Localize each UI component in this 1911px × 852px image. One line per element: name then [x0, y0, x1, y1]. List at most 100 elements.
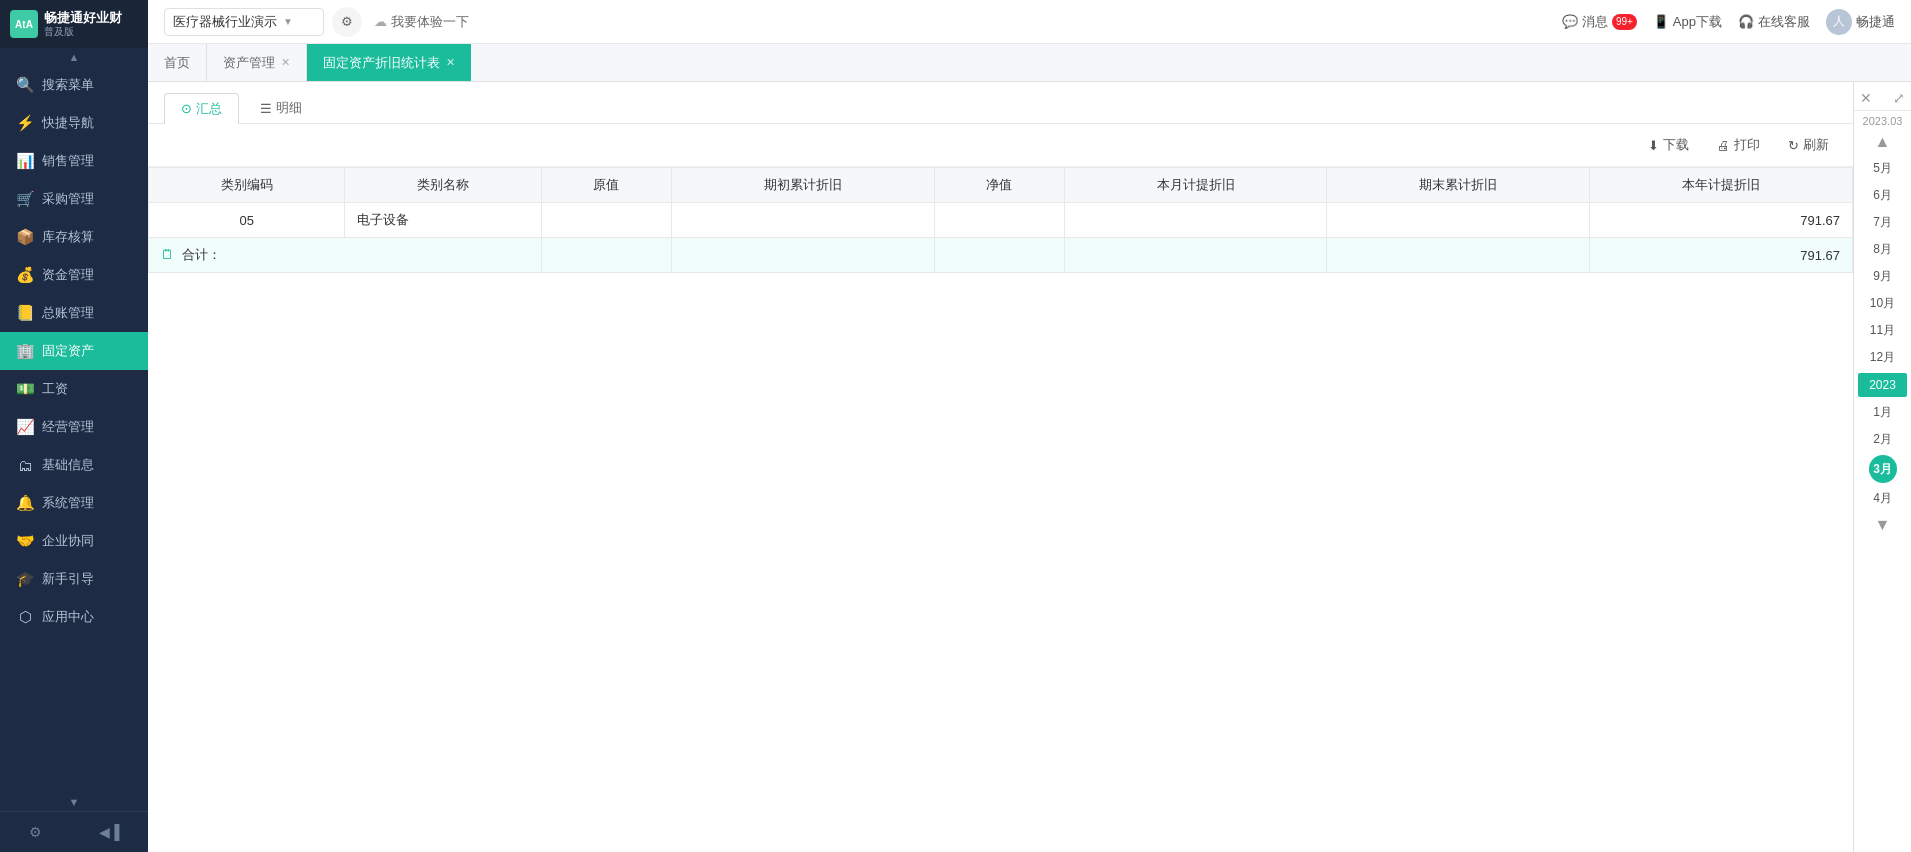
- settings-button[interactable]: ⚙: [21, 820, 50, 844]
- tab-depreciation-report-close[interactable]: ✕: [446, 56, 455, 69]
- scroll-up-btn[interactable]: ▲: [1871, 129, 1895, 155]
- col-monthly-dep: 本月计提折旧: [1064, 168, 1327, 203]
- experience-icon: ☁: [374, 14, 387, 29]
- system-icon: 🔔: [16, 494, 34, 512]
- col-net-value: 净值: [934, 168, 1064, 203]
- logo-icon: AtA: [10, 10, 38, 38]
- app-logo: AtA 畅捷通好业财 普及版: [0, 0, 148, 48]
- tab-depreciation-report-label: 固定资产折旧统计表: [323, 54, 440, 72]
- app-download-label: App下载: [1673, 13, 1722, 31]
- panel-close-button[interactable]: ✕: [1860, 90, 1872, 106]
- month-item-5[interactable]: 5月: [1854, 155, 1911, 182]
- month-item-3-selected[interactable]: 3月: [1869, 455, 1897, 483]
- app-edition: 普及版: [44, 26, 122, 38]
- sidebar-item-search[interactable]: 🔍 搜索菜单: [0, 66, 148, 104]
- customer-service-btn[interactable]: 🎧 在线客服: [1738, 13, 1810, 31]
- sidebar-item-label: 库存核算: [42, 228, 94, 246]
- sidebar-item-label: 系统管理: [42, 494, 94, 512]
- subtab-detail-label: 明细: [276, 99, 302, 117]
- sidebar-item-fixed-assets[interactable]: 🏢 固定资产: [0, 332, 148, 370]
- summary-label: 🗒 合计：: [149, 238, 542, 273]
- sidebar-item-label: 经营管理: [42, 418, 94, 436]
- sidebar-item-operations[interactable]: 📈 经营管理: [0, 408, 148, 446]
- user-profile-btn[interactable]: 人 畅捷通: [1826, 9, 1895, 35]
- scroll-down-btn[interactable]: ▼: [1871, 512, 1895, 538]
- sidebar-item-sales[interactable]: 📊 销售管理: [0, 142, 148, 180]
- summary-monthly-dep: [1064, 238, 1327, 273]
- month-item-7[interactable]: 7月: [1854, 209, 1911, 236]
- col-closing-acc-dep: 期末累计折旧: [1327, 168, 1590, 203]
- sidebar-item-ledger[interactable]: 📒 总账管理: [0, 294, 148, 332]
- download-btn-label: 下载: [1663, 136, 1689, 154]
- summary-opening-acc-dep: [671, 238, 934, 273]
- month-item-11[interactable]: 11月: [1854, 317, 1911, 344]
- app-name-block: 畅捷通好业财 普及版: [44, 10, 122, 38]
- topbar-right: 💬 消息 99+ 📱 App下载 🎧 在线客服 人 畅捷通: [1562, 9, 1895, 35]
- download-icon: 📱: [1653, 14, 1669, 29]
- cell-opening-acc-dep: [671, 203, 934, 238]
- settings-icon-btn[interactable]: ⚙: [332, 7, 362, 37]
- sidebar-item-label: 应用中心: [42, 608, 94, 626]
- tab-depreciation-report[interactable]: 固定资产折旧统计表 ✕: [307, 44, 471, 81]
- finance-icon: 💰: [16, 266, 34, 284]
- sidebar-item-quick-nav[interactable]: ⚡ 快捷导航: [0, 104, 148, 142]
- sidebar-item-inventory[interactable]: 📦 库存核算: [0, 218, 148, 256]
- panel-expand-button[interactable]: ⤢: [1893, 90, 1905, 106]
- sidebar-item-payroll[interactable]: 💵 工资: [0, 370, 148, 408]
- sidebar-item-label: 资金管理: [42, 266, 94, 284]
- month-item-6[interactable]: 6月: [1854, 182, 1911, 209]
- sidebar-item-finance[interactable]: 💰 资金管理: [0, 256, 148, 294]
- sidebar-scroll-up[interactable]: ▲: [0, 48, 148, 66]
- summary-annual-dep: 791.67: [1590, 238, 1853, 273]
- enterprise-icon: 🤝: [16, 532, 34, 550]
- quick-nav-icon: ⚡: [16, 114, 34, 132]
- tab-home[interactable]: 首页: [148, 44, 207, 81]
- download-button[interactable]: ⬇ 下载: [1640, 132, 1697, 158]
- print-btn-icon: 🖨: [1717, 138, 1730, 153]
- sidebar-item-guide[interactable]: 🎓 新手引导: [0, 560, 148, 598]
- panel-header: ✕ ⤢: [1854, 86, 1911, 111]
- sidebar-item-label: 工资: [42, 380, 68, 398]
- sidebar-item-enterprise[interactable]: 🤝 企业协同: [0, 522, 148, 560]
- col-name: 类别名称: [345, 168, 541, 203]
- experience-btn[interactable]: ☁ 我要体验一下: [374, 13, 469, 31]
- main-area: 医疗器械行业演示 ▼ ⚙ ☁ 我要体验一下 💬 消息 99+ 📱 App下载 🎧…: [148, 0, 1911, 852]
- month-item-12[interactable]: 12月: [1854, 344, 1911, 371]
- collapse-button[interactable]: ◀▐: [91, 820, 128, 844]
- tab-asset-management-label: 资产管理: [223, 54, 275, 72]
- sidebar-item-basic-info[interactable]: 🗂 基础信息: [0, 446, 148, 484]
- refresh-btn-label: 刷新: [1803, 136, 1829, 154]
- tab-asset-management-close[interactable]: ✕: [281, 56, 290, 69]
- avatar: 人: [1826, 9, 1852, 35]
- sidebar-item-system[interactable]: 🔔 系统管理: [0, 484, 148, 522]
- subtab-summary[interactable]: ⊙ 汇总: [164, 93, 239, 124]
- guide-icon: 🎓: [16, 570, 34, 588]
- table-wrapper: 类别编码 类别名称 原值 期初累计折旧 净值 本月计提折旧 期末累计折旧 本年计…: [148, 167, 1853, 852]
- report-toolbar: ⬇ 下载 🖨 打印 ↻ 刷新: [148, 124, 1853, 167]
- month-item-1[interactable]: 1月: [1854, 399, 1911, 426]
- summary-icon: 🗒: [161, 247, 174, 262]
- sidebar-item-purchase[interactable]: 🛒 采购管理: [0, 180, 148, 218]
- cell-annual-dep: 791.67: [1590, 203, 1853, 238]
- month-item-9[interactable]: 9月: [1854, 263, 1911, 290]
- sidebar-item-app-center[interactable]: ⬡ 应用中心: [0, 598, 148, 636]
- refresh-button[interactable]: ↻ 刷新: [1780, 132, 1837, 158]
- month-item-8[interactable]: 8月: [1854, 236, 1911, 263]
- cell-net-value: [934, 203, 1064, 238]
- app-name: 畅捷通好业财: [44, 10, 122, 26]
- tab-asset-management[interactable]: 资产管理 ✕: [207, 44, 307, 81]
- month-item-4[interactable]: 4月: [1854, 485, 1911, 512]
- app-download-btn[interactable]: 📱 App下载: [1653, 13, 1722, 31]
- month-item-10[interactable]: 10月: [1854, 290, 1911, 317]
- company-selector[interactable]: 医疗器械行业演示 ▼: [164, 8, 324, 36]
- sidebar-scroll-down[interactable]: ▼: [0, 793, 148, 811]
- subtab-detail[interactable]: ☰ 明细: [243, 92, 319, 123]
- sidebar-item-label: 采购管理: [42, 190, 94, 208]
- company-dropdown-icon: ▼: [283, 16, 293, 27]
- year-2023-label[interactable]: 2023: [1858, 373, 1907, 397]
- month-item-2[interactable]: 2月: [1854, 426, 1911, 453]
- sidebar-item-label: 快捷导航: [42, 114, 94, 132]
- print-button[interactable]: 🖨 打印: [1709, 132, 1768, 158]
- company-name: 医疗器械行业演示: [173, 13, 277, 31]
- notifications-btn[interactable]: 💬 消息 99+: [1562, 13, 1637, 31]
